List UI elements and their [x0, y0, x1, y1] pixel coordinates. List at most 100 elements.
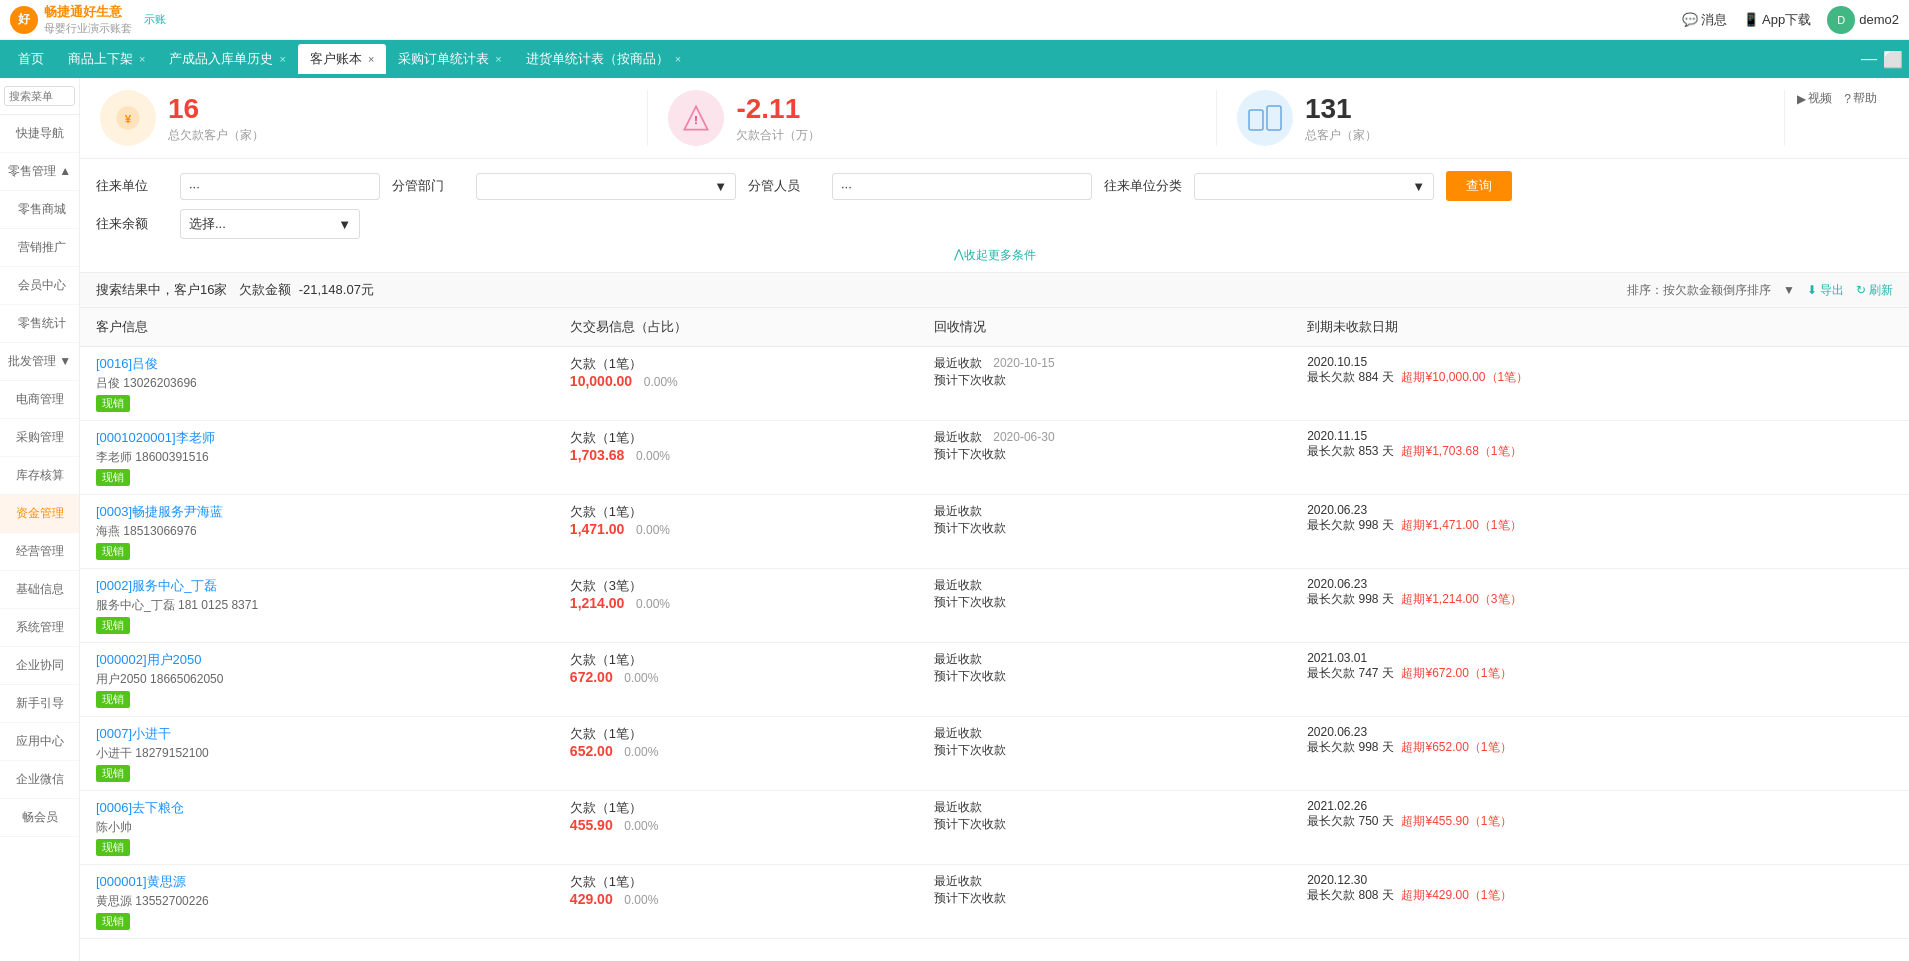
debt-percent: 0.00%	[644, 375, 678, 389]
sidebar-item-retail-mall[interactable]: 零售商城	[0, 191, 79, 229]
unit-category-select[interactable]: ▼	[1194, 173, 1434, 200]
minimize-btn[interactable]: —	[1861, 50, 1877, 69]
sidebar-item-basic-info[interactable]: 基础信息	[0, 571, 79, 609]
sidebar-item-inventory[interactable]: 库存核算	[0, 457, 79, 495]
dept-select[interactable]: ▼	[476, 173, 736, 200]
customer-name-link[interactable]: [0016]吕俊	[96, 356, 158, 371]
user-area[interactable]: D demo2	[1827, 6, 1899, 34]
sidebar-item-member-center[interactable]: 会员中心	[0, 267, 79, 305]
customer-name-link[interactable]: [0006]去下粮仓	[96, 800, 184, 815]
sidebar-item-vip[interactable]: 畅会员	[0, 799, 79, 837]
video-icon: ▶	[1797, 92, 1806, 106]
message-btn[interactable]: 💬 消息	[1682, 11, 1727, 29]
tab-product-history[interactable]: 产成品入库单历史 ×	[157, 44, 297, 74]
chevron-down-icon: ▼	[714, 179, 727, 194]
overdue-amount-link[interactable]: 超期¥1,703.68（1笔）	[1401, 444, 1521, 458]
table-container: 客户信息 欠交易信息（占比） 回收情况 到期未收款日期 [0016]吕俊 吕俊 …	[80, 308, 1909, 961]
debit-customers-icon: ¥	[100, 90, 156, 146]
sidebar-item-guide[interactable]: 新手引导	[0, 685, 79, 723]
debt-percent: 0.00%	[636, 523, 670, 537]
chevron-icon: ▲	[59, 164, 71, 178]
refresh-icon: ↻	[1856, 283, 1866, 297]
table-row: [0007]小进干 小进干 18279152100 现销 欠款（1笔） 652.…	[80, 717, 1909, 791]
customer-name-link[interactable]: [000001]黄思源	[96, 874, 186, 889]
debt-percent: 0.00%	[624, 893, 658, 907]
dept-label: 分管部门	[392, 177, 464, 195]
sidebar-search-input[interactable]	[4, 86, 75, 106]
customer-info-cell: [0001020001]李老师 李老师 18600391516 现销	[80, 421, 554, 495]
sidebar-item-purchase[interactable]: 采购管理	[0, 419, 79, 457]
sidebar-item-quick-nav[interactable]: 快捷导航	[0, 115, 79, 153]
debt-percent: 0.00%	[636, 449, 670, 463]
help-btn[interactable]: ? 帮助	[1844, 90, 1877, 107]
due-date-cell: 2020.06.23 最长欠款 998 天 超期¥652.00（1笔）	[1291, 717, 1909, 791]
source-unit-input[interactable]: ···	[180, 173, 380, 200]
sidebar-item-marketing[interactable]: 营销推广	[0, 229, 79, 267]
debt-info-cell: 欠款（1笔） 1,703.68 0.00%	[554, 421, 918, 495]
query-button[interactable]: 查询	[1446, 171, 1512, 201]
due-date-cell: 2021.03.01 最长欠款 747 天 超期¥672.00（1笔）	[1291, 643, 1909, 717]
customer-info-cell: [0003]畅捷服务尹海蓝 海燕 18513066976 现销	[80, 495, 554, 569]
filter-area: 往来单位 ··· 分管部门 ▼ 分管人员 ··· 往来单位分类 ▼	[80, 159, 1909, 273]
table-row: [0003]畅捷服务尹海蓝 海燕 18513066976 现销 欠款（1笔） 1…	[80, 495, 1909, 569]
video-btn[interactable]: ▶ 视频	[1797, 90, 1832, 107]
debt-amount: 10,000.00	[570, 373, 632, 389]
export-btn[interactable]: ⬇ 导出	[1807, 282, 1844, 299]
overdue-amount-link[interactable]: 超期¥1,214.00（3笔）	[1401, 592, 1521, 606]
person-input[interactable]: ···	[832, 173, 1092, 200]
next-collect-label: 预计下次收款	[934, 742, 1276, 759]
close-icon[interactable]: ×	[675, 53, 681, 65]
sidebar-item-wholesale-mgmt[interactable]: 批发管理 ▼	[0, 343, 79, 381]
refresh-btn[interactable]: ↻ 刷新	[1856, 282, 1893, 299]
overdue-amount-link[interactable]: 超期¥672.00（1笔）	[1401, 666, 1511, 680]
customer-name-link[interactable]: [000002]用户2050	[96, 652, 202, 667]
debt-amount: 1,703.68	[570, 447, 625, 463]
balance-label: 往来余额	[96, 215, 168, 233]
close-icon[interactable]: ×	[279, 53, 285, 65]
debt-count: 欠款（1笔）	[570, 725, 902, 743]
sidebar-item-operations[interactable]: 经营管理	[0, 533, 79, 571]
filter-collapse-btn[interactable]: ⋀ 收起更多条件	[96, 247, 1893, 264]
sidebar-item-system[interactable]: 系统管理	[0, 609, 79, 647]
debt-percent: 0.00%	[624, 819, 658, 833]
tab-purchase-product-stats[interactable]: 进货单统计表（按商品） ×	[514, 44, 693, 74]
col-debt-info: 欠交易信息（占比）	[554, 308, 918, 347]
customer-phone: 服务中心_丁磊 181 0125 8371	[96, 597, 538, 614]
sidebar-item-enterprise[interactable]: 企业协同	[0, 647, 79, 685]
customer-info-cell: [000002]用户2050 用户2050 18665062050 现销	[80, 643, 554, 717]
customer-name-link[interactable]: [0001020001]李老师	[96, 430, 215, 445]
sidebar-item-retail-mgmt[interactable]: 零售管理 ▲	[0, 153, 79, 191]
customer-name-link[interactable]: [0007]小进干	[96, 726, 171, 741]
overdue-amount-link[interactable]: 超期¥455.90（1笔）	[1401, 814, 1511, 828]
customer-name-link[interactable]: [0003]畅捷服务尹海蓝	[96, 504, 223, 519]
customer-tag: 现销	[96, 839, 130, 856]
svg-text:¥: ¥	[125, 112, 132, 125]
overdue-amount-link[interactable]: 超期¥1,471.00（1笔）	[1401, 518, 1521, 532]
debt-info-cell: 欠款（3笔） 1,214.00 0.00%	[554, 569, 918, 643]
close-icon[interactable]: ×	[495, 53, 501, 65]
table-row: [0002]服务中心_丁磊 服务中心_丁磊 181 0125 8371 现销 欠…	[80, 569, 1909, 643]
overdue-amount-link[interactable]: 超期¥10,000.00（1笔）	[1401, 370, 1528, 384]
overdue-amount-link[interactable]: 超期¥652.00（1笔）	[1401, 740, 1511, 754]
app-download-btn[interactable]: 📱 App下载	[1743, 11, 1811, 29]
balance-select[interactable]: 选择... ▼	[180, 209, 360, 239]
tab-home[interactable]: 首页	[6, 44, 56, 74]
sidebar-item-wechat[interactable]: 企业微信	[0, 761, 79, 799]
chevron-up-icon: ⋀	[954, 247, 964, 264]
sidebar-item-ecommerce[interactable]: 电商管理	[0, 381, 79, 419]
sidebar-item-retail-stats[interactable]: 零售统计	[0, 305, 79, 343]
maximize-btn[interactable]: ⬜	[1883, 50, 1903, 69]
tab-purchase-stats[interactable]: 采购订单统计表 ×	[386, 44, 513, 74]
overdue-amount-link[interactable]: 超期¥429.00（1笔）	[1401, 888, 1511, 902]
close-icon[interactable]: ×	[368, 53, 374, 65]
sidebar-item-finance[interactable]: 资金管理	[0, 495, 79, 533]
customer-name-link[interactable]: [0002]服务中心_丁磊	[96, 578, 217, 593]
customer-tag: 现销	[96, 765, 130, 782]
tab-goods-publish[interactable]: 商品上下架 ×	[56, 44, 157, 74]
sort-label: 排序：按欠款金额倒序排序	[1627, 282, 1771, 299]
due-date-cell: 2020.10.15 最长欠款 884 天 超期¥10,000.00（1笔）	[1291, 347, 1909, 421]
sidebar-item-app-center[interactable]: 应用中心	[0, 723, 79, 761]
tab-customer-account[interactable]: 客户账本 ×	[298, 44, 386, 74]
close-icon[interactable]: ×	[139, 53, 145, 65]
customer-tag: 现销	[96, 543, 130, 560]
